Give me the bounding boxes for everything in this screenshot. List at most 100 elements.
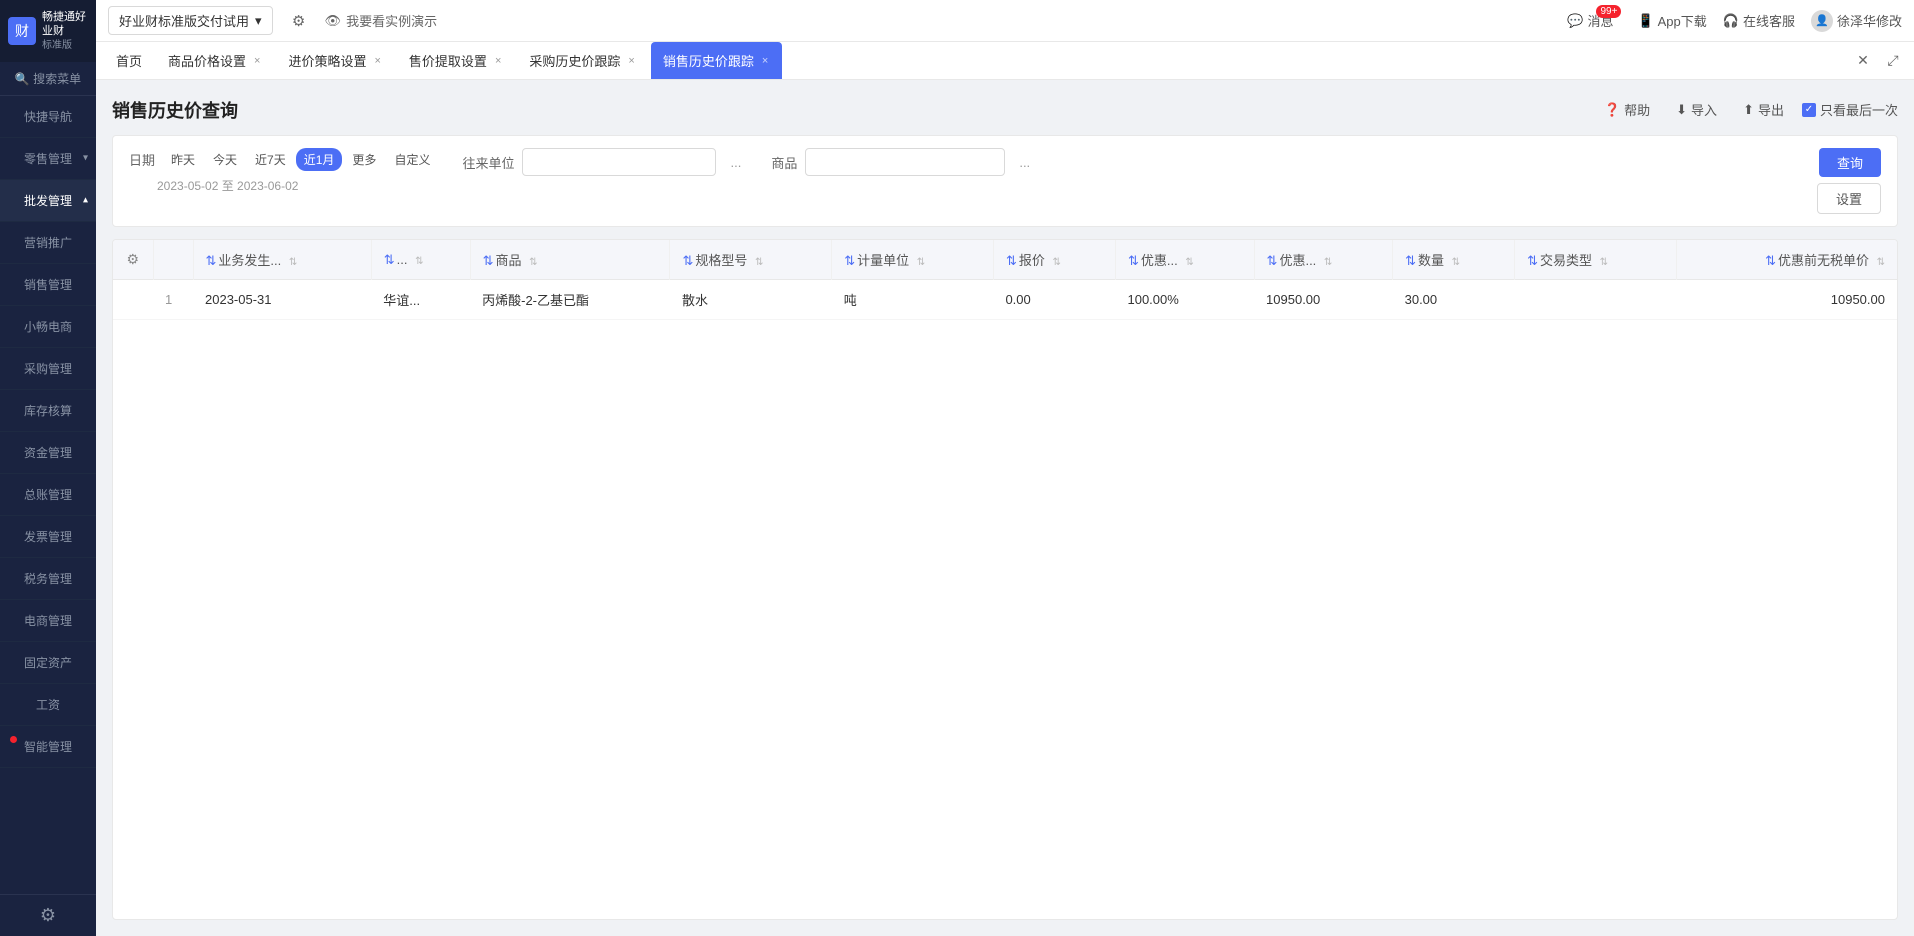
sort-icon: ⇅ (682, 253, 693, 268)
demo-button[interactable]: 👁 我要看实例演示 (325, 11, 438, 30)
tab-close-icon[interactable]: × (252, 54, 262, 68)
sidebar-item-sales[interactable]: 销售管理 (0, 264, 96, 306)
tab-purchase-history[interactable]: 采购历史价跟踪 × (517, 42, 648, 80)
version-selector[interactable]: 好业财标准版交付试用 ▾ (108, 6, 273, 35)
partner-label: 往来单位 (462, 153, 514, 172)
tab-close-icon[interactable]: × (626, 54, 636, 68)
sidebar-item-finance[interactable]: 资金管理 (0, 432, 96, 474)
tab-expand-button[interactable]: ⤢ (1880, 48, 1906, 74)
app-download-button[interactable]: 📱 App下载 (1637, 11, 1706, 30)
th-gear[interactable]: ⚙ (113, 240, 153, 280)
partner-input[interactable] (522, 148, 716, 176)
sidebar-item-tax[interactable]: 税务管理 (0, 558, 96, 600)
last-only-label: 只看最后一次 (1820, 100, 1898, 119)
customer-service-button[interactable]: 🎧 在线客服 (1723, 11, 1795, 30)
message-badge: 99+ (1596, 5, 1621, 18)
sort-icon: ⇅ (1405, 253, 1416, 268)
th-pretax-price[interactable]: ⇅优惠前无税单价 ⇅ (1676, 240, 1897, 280)
th-goods[interactable]: ⇅商品 ⇅ (470, 240, 670, 280)
sidebar-item-retail[interactable]: 零售管理 ▾ (0, 138, 96, 180)
sort-arrow-icon: ⇅ (1324, 257, 1332, 268)
avatar: 👤 (1811, 10, 1833, 32)
sidebar-item-ledger[interactable]: 总账管理 (0, 474, 96, 516)
th-qty[interactable]: ⇅数量 ⇅ (1393, 240, 1515, 280)
date-label: 日期 (129, 150, 155, 169)
sidebar-settings-button[interactable]: ⚙ (0, 894, 96, 936)
th-unit[interactable]: ⇅计量单位 ⇅ (832, 240, 994, 280)
goods-input[interactable] (805, 148, 1005, 176)
th-discount1[interactable]: ⇅优惠... ⇅ (1115, 240, 1254, 280)
gear-icon: ⚙ (126, 251, 139, 267)
page-content: 销售历史价查询 ❓ 帮助 ⬇ 导入 ⬆ 导出 ✓ 只看最后一次 (96, 80, 1914, 936)
td-gear (113, 280, 153, 320)
sidebar-item-label: 固定资产 (24, 654, 72, 671)
sidebar-item-quicknav[interactable]: 快捷导航 (0, 96, 96, 138)
date-opt-today[interactable]: 今天 (205, 148, 245, 171)
partner-dots-button[interactable]: ... (724, 153, 747, 172)
sidebar-item-ecommerce-small[interactable]: 小畅电商 (0, 306, 96, 348)
import-button[interactable]: ⬇ 导入 (1668, 96, 1725, 123)
chevron-up-icon: ▴ (83, 195, 88, 206)
last-only-checkbox-label[interactable]: ✓ 只看最后一次 (1802, 100, 1898, 119)
tab-close-icon[interactable]: × (493, 54, 503, 68)
date-opt-yesterday[interactable]: 昨天 (163, 148, 203, 171)
th-discount2[interactable]: ⇅优惠... ⇅ (1254, 240, 1393, 280)
sort-icon: ⇅ (1267, 253, 1278, 268)
date-opt-7days[interactable]: 近7天 (247, 148, 294, 171)
close-icon: ✕ (1857, 52, 1869, 69)
export-button[interactable]: ⬆ 导出 (1735, 96, 1792, 123)
sidebar-item-assets[interactable]: 固定资产 (0, 642, 96, 684)
sidebar-search[interactable]: 🔍 搜索菜单 (0, 62, 96, 96)
app-label: App下载 (1658, 11, 1707, 30)
partner-filter-row: 往来单位 ... (462, 148, 747, 176)
td-trans-type (1515, 280, 1677, 320)
th-spec[interactable]: ⇅规格型号 ⇅ (670, 240, 832, 280)
sort-icon: ⇅ (384, 252, 395, 267)
th-dots[interactable]: ⇅... ⇅ (371, 240, 470, 280)
search-icon: 🔍 (15, 72, 30, 86)
user-menu-button[interactable]: 👤 徐泽华修改 (1811, 10, 1902, 32)
sort-icon: ⇅ (1527, 253, 1538, 268)
sidebar-item-marketing[interactable]: 营销推广 (0, 222, 96, 264)
sidebar-item-invoice[interactable]: 发票管理 (0, 516, 96, 558)
tab-label: 进价策略设置 (288, 51, 366, 70)
topbar-settings-button[interactable]: ⚙ (285, 7, 313, 35)
tab-price[interactable]: 商品价格设置 × (156, 42, 274, 80)
tab-close-icon[interactable]: × (372, 54, 382, 68)
tab-sales-history[interactable]: 销售历史价跟踪 × (651, 42, 782, 80)
tab-close-all-button[interactable]: ✕ (1850, 48, 1876, 74)
tab-close-icon[interactable]: × (760, 54, 770, 68)
tab-sale-extract[interactable]: 售价提取设置 × (397, 42, 515, 80)
help-icon: ❓ (1604, 102, 1620, 118)
date-opt-more[interactable]: 更多 (344, 148, 384, 171)
sidebar-item-wholesale[interactable]: 批发管理 ▴ (0, 180, 96, 222)
sidebar-item-ecommerce[interactable]: 电商管理 (0, 600, 96, 642)
sidebar-item-payroll[interactable]: 工资 (0, 684, 96, 726)
sort-arrow-icon: ⇅ (1185, 257, 1193, 268)
search-button[interactable]: 查询 (1819, 148, 1881, 177)
td-discount1: 100.00% (1115, 280, 1254, 320)
th-price[interactable]: ⇅报价 ⇅ (993, 240, 1115, 280)
sidebar-item-label: 工资 (36, 696, 60, 713)
th-trans-type[interactable]: ⇅交易类型 ⇅ (1515, 240, 1677, 280)
sidebar-item-warehouse[interactable]: 库存核算 (0, 390, 96, 432)
goods-dots-button[interactable]: ... (1013, 153, 1036, 172)
sidebar-item-label: 发票管理 (24, 528, 72, 545)
settings-button[interactable]: 设置 (1817, 183, 1881, 214)
th-date[interactable]: ⇅业务发生... ⇅ (193, 240, 371, 280)
date-filter-row: 日期 昨天 今天 近7天 近1月 更多 自定义 (129, 148, 438, 171)
logo-version: 标准版 (42, 39, 88, 52)
sidebar-item-purchase[interactable]: 采购管理 (0, 348, 96, 390)
date-opt-custom[interactable]: 自定义 (386, 148, 438, 171)
table-row: 1 2023-05-31 华谊... 丙烯酸-2-乙基已酯 散水 吨 0.00 … (113, 280, 1897, 320)
messages-button[interactable]: 💬 消息 99+ (1567, 11, 1613, 30)
date-opt-1month[interactable]: 近1月 (296, 148, 343, 171)
tabbar-actions: ✕ ⤢ (1850, 48, 1906, 74)
tab-label: 首页 (116, 51, 142, 70)
sidebar-item-label: 营销推广 (24, 234, 72, 251)
tab-purchase-strategy[interactable]: 进价策略设置 × (276, 42, 394, 80)
sidebar-item-intelligent[interactable]: 智能管理 (0, 726, 96, 768)
tab-home[interactable]: 首页 (104, 42, 154, 80)
red-dot-icon (10, 736, 17, 743)
help-button[interactable]: ❓ 帮助 (1596, 96, 1658, 123)
